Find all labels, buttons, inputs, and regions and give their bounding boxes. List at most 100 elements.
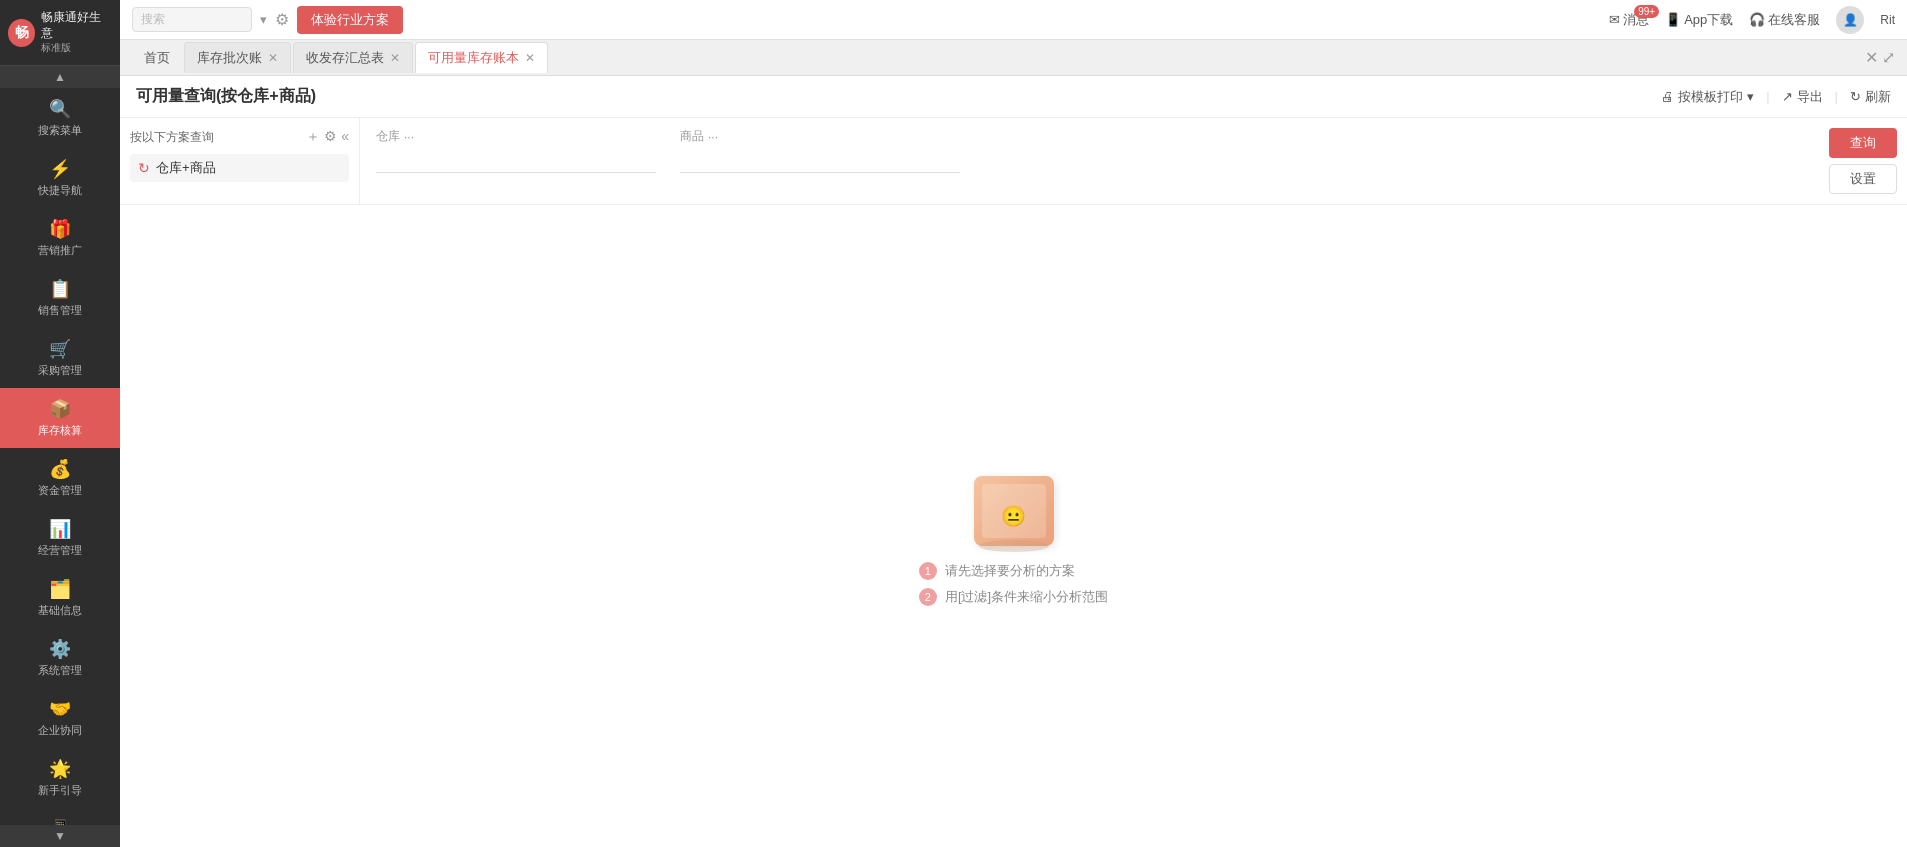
sidebar-scroll-down[interactable]: ▼ [0, 825, 120, 847]
search-icon: 🔍 [49, 98, 71, 120]
sidebar-item-basic[interactable]: 🗂️ 基础信息 [0, 568, 120, 628]
tab-close-deposit-summary[interactable]: ✕ [390, 51, 400, 65]
sidebar-item-sales[interactable]: 📋 销售管理 [0, 268, 120, 328]
query-button[interactable]: 查询 [1829, 128, 1897, 158]
add-scheme-button[interactable]: ＋ [306, 128, 320, 146]
content-area: 可用量查询(按仓库+商品) 🖨 按模板打印 ▾ | ↗ 导出 | ↻ 刷新 [120, 76, 1907, 847]
available-ledger-tab-label: 可用量库存账本 [428, 49, 519, 67]
app-logo-icon: 畅 [8, 19, 35, 47]
topbar-right: ✉ 消息 99+ 📱 App下载 🎧 在线客服 👤 Rit [1609, 6, 1895, 34]
service-label: 在线客服 [1768, 11, 1820, 29]
tab-deposit-summary[interactable]: 收发存汇总表 ✕ [293, 42, 413, 73]
sidebar-item-operation[interactable]: 📊 经营管理 [0, 508, 120, 568]
refresh-icon: ↻ [1850, 89, 1861, 104]
cart-icon: 🛒 [49, 338, 71, 360]
printer-icon: 🖨 [1661, 89, 1674, 104]
sidebar-item-label: 企业协同 [38, 723, 82, 738]
sidebar-item-label: 基础信息 [38, 603, 82, 618]
filter-area: 按以下方案查询 ＋ ⚙ « ↻ 仓库+商品 仓库 ··· [120, 118, 1907, 205]
sidebar-item-purchase[interactable]: 🛒 采购管理 [0, 328, 120, 388]
filter-settings-button[interactable]: 设置 [1829, 164, 1897, 194]
message-button[interactable]: ✉ 消息 99+ [1609, 11, 1649, 29]
tip-text-2: 用[过滤]条件来缩小分析范围 [945, 588, 1108, 606]
product-field-label: 商品 ··· [680, 128, 960, 145]
scheme-item-label: 仓库+商品 [156, 159, 216, 177]
gear-icon: ⚙️ [49, 638, 71, 660]
user-avatar[interactable]: 👤 [1836, 6, 1864, 34]
tip-number-2: 2 [919, 588, 937, 606]
filter-actions: 查询 设置 [1819, 118, 1907, 204]
collapse-schemes-button[interactable]: « [341, 128, 349, 146]
empty-tips: 1 请先选择要分析的方案 2 用[过滤]条件来缩小分析范围 [919, 562, 1108, 606]
template-print-label: 按模板打印 [1678, 88, 1743, 106]
refresh-label: 刷新 [1865, 88, 1891, 106]
warehouse-label-text: 仓库 [376, 128, 400, 145]
sidebar-item-enterprise[interactable]: 🤝 企业协同 [0, 688, 120, 748]
empty-illustration: 😐 [964, 446, 1064, 546]
product-label-text: 商品 [680, 128, 704, 145]
empty-face-icon: 😐 [992, 494, 1036, 538]
sidebar-item-label: 新手引导 [38, 783, 82, 798]
sidebar-item-system[interactable]: ⚙️ 系统管理 [0, 628, 120, 688]
sidebar-item-inventory[interactable]: 📦 库存核算 [0, 388, 120, 448]
money-icon: 💰 [49, 458, 71, 480]
dropdown-icon[interactable]: ▾ [260, 12, 267, 27]
scheme-icon: ↻ [138, 160, 150, 176]
tab-home[interactable]: 首页 [132, 43, 182, 73]
warehouse-input[interactable] [376, 149, 656, 173]
export-button[interactable]: ↗ 导出 [1782, 88, 1823, 106]
settings-icon[interactable]: ⚙ [275, 10, 289, 29]
sidebar-logo: 畅 畅康通好生意 标准版 [0, 0, 120, 66]
sidebar-item-label: 采购管理 [38, 363, 82, 378]
tab-close-available-ledger[interactable]: ✕ [525, 51, 535, 65]
message-icon: ✉ [1609, 12, 1620, 27]
filter-schemes-panel: 按以下方案查询 ＋ ⚙ « ↻ 仓库+商品 [120, 118, 360, 204]
sidebar-item-label: 库存核算 [38, 423, 82, 438]
page-header: 可用量查询(按仓库+商品) 🖨 按模板打印 ▾ | ↗ 导出 | ↻ 刷新 [120, 76, 1907, 118]
app-label: App下载 [1684, 11, 1733, 29]
tab-available-ledger[interactable]: 可用量库存账本 ✕ [415, 42, 548, 73]
box-icon: 📦 [49, 398, 71, 420]
empty-shadow [979, 540, 1049, 552]
chart-icon: 📊 [49, 518, 71, 540]
expand-tab-icon[interactable]: ⤢ [1882, 48, 1895, 67]
gift-icon: 🎁 [49, 218, 71, 240]
home-tab-label: 首页 [144, 49, 170, 67]
sidebar-scroll-up[interactable]: ▲ [0, 66, 120, 88]
sidebar-item-finance[interactable]: 💰 资金管理 [0, 448, 120, 508]
empty-state: 😐 1 请先选择要分析的方案 2 用[过滤]条件来缩小分析范围 [120, 205, 1907, 847]
sidebar-item-appcenter[interactable]: 📱 应用中心 [0, 808, 120, 825]
app-icon: 📱 [1665, 12, 1681, 27]
search-box[interactable]: 搜索 [132, 7, 252, 32]
dropdown-chevron-icon: ▾ [1747, 89, 1754, 104]
industry-solution-button[interactable]: 体验行业方案 [297, 6, 403, 34]
sidebar-item-newbie[interactable]: 🌟 新手引导 [0, 748, 120, 808]
deposit-summary-tab-label: 收发存汇总表 [306, 49, 384, 67]
sidebar-item-marketing[interactable]: 🎁 营销推广 [0, 208, 120, 268]
close-all-tabs-icon[interactable]: ✕ [1865, 48, 1878, 67]
refresh-button[interactable]: ↻ 刷新 [1850, 88, 1891, 106]
handshake-icon: 🤝 [49, 698, 71, 720]
sidebar-item-shortcut[interactable]: ⚡ 快捷导航 [0, 148, 120, 208]
product-filter-field: 商品 ··· [680, 128, 960, 173]
scheme-warehouse-product[interactable]: ↻ 仓库+商品 [130, 154, 349, 182]
edit-scheme-button[interactable]: ⚙ [324, 128, 337, 146]
topbar: 搜索 ▾ ⚙ 体验行业方案 ✉ 消息 99+ 📱 App下载 🎧 在线客服 👤 … [120, 0, 1907, 40]
product-more-icon[interactable]: ··· [708, 130, 718, 144]
export-label: 导出 [1797, 88, 1823, 106]
tab-batch-ledger[interactable]: 库存批次账 ✕ [184, 42, 291, 73]
schemes-header-label: 按以下方案查询 [130, 129, 214, 146]
tabbar: 首页 库存批次账 ✕ 收发存汇总表 ✕ 可用量库存账本 ✕ ✕ ⤢ [120, 40, 1907, 76]
app-download-button[interactable]: 📱 App下载 [1665, 11, 1733, 29]
warehouse-more-icon[interactable]: ··· [404, 130, 414, 144]
empty-tip-1: 1 请先选择要分析的方案 [919, 562, 1108, 580]
sidebar-item-search[interactable]: 🔍 搜索菜单 [0, 88, 120, 148]
tab-close-batch-ledger[interactable]: ✕ [268, 51, 278, 65]
template-print-button[interactable]: 🖨 按模板打印 ▾ [1661, 88, 1754, 106]
star-icon: 🌟 [49, 758, 71, 780]
sidebar-item-label: 搜索菜单 [38, 123, 82, 138]
username-label[interactable]: Rit [1880, 13, 1895, 27]
product-input[interactable] [680, 149, 960, 173]
page-header-actions: 🖨 按模板打印 ▾ | ↗ 导出 | ↻ 刷新 [1661, 88, 1891, 106]
online-service-button[interactable]: 🎧 在线客服 [1749, 11, 1820, 29]
